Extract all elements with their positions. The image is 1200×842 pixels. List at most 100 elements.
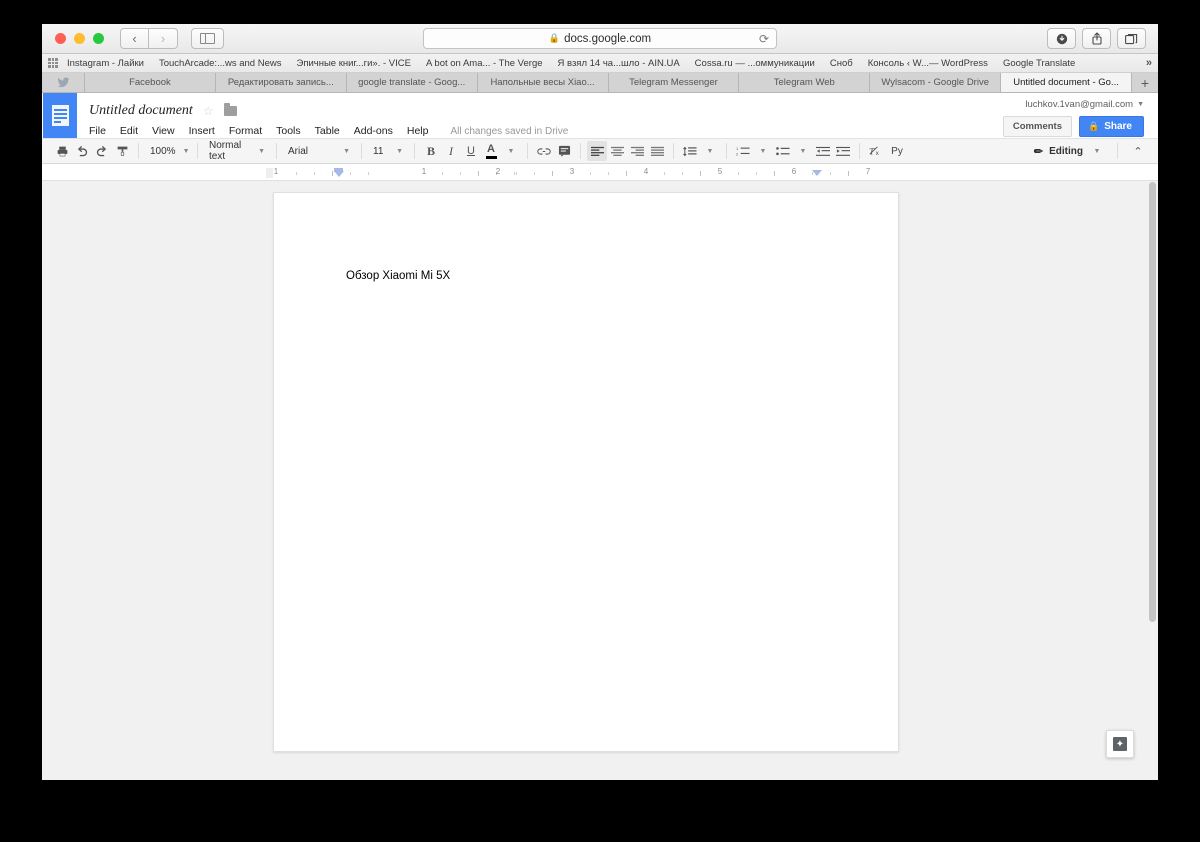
zoom-dropdown[interactable]: 100% ▼ (145, 141, 191, 161)
menu-item-edit[interactable]: Edit (120, 125, 138, 137)
bookmark-item[interactable]: Консоль ‹ W...— WordPress (868, 58, 988, 69)
bookmark-item[interactable]: Google Translate (1003, 58, 1075, 69)
bold-button[interactable]: B (421, 141, 441, 161)
clear-formatting-icon[interactable]: Tx (866, 141, 886, 161)
forward-button[interactable]: › (149, 28, 178, 49)
menu-item-insert[interactable]: Insert (189, 125, 215, 137)
menu-item-view[interactable]: View (152, 125, 175, 137)
account-menu[interactable]: luchkov.1van@gmail.com ▼ (1025, 99, 1144, 110)
bookmark-item[interactable]: Cossa.ru — ...оммуникации (695, 58, 815, 69)
share-button[interactable] (1082, 28, 1111, 49)
folder-icon[interactable] (223, 102, 237, 116)
ruler[interactable]: 1 1 2 3 4 5 6 7 (42, 164, 1158, 181)
bookmark-item[interactable]: A bot on Ama... - The Verge (426, 58, 543, 69)
ruler-number: 6 (791, 167, 797, 176)
undo-icon[interactable] (72, 141, 92, 161)
zoom-value: 100% (150, 145, 176, 157)
twitter-favicon[interactable] (42, 73, 85, 92)
browser-tab[interactable]: Редактировать запись... (215, 73, 347, 92)
bulleted-list-icon[interactable] (773, 141, 793, 161)
bulleted-list-dropdown[interactable]: ▼ (793, 141, 813, 161)
share-button[interactable]: 🔒 Share (1078, 116, 1144, 137)
tab-bar: Facebook Редактировать запись... google … (42, 73, 1158, 93)
address-bar[interactable]: 🔒 docs.google.com ⟳ (423, 28, 777, 49)
new-tab-button[interactable]: + (1132, 73, 1158, 92)
browser-tab[interactable]: google translate - Goog... (346, 73, 478, 92)
text-color-button[interactable]: A (481, 141, 501, 161)
font-size-value: 11 (373, 145, 384, 157)
tab-label: Telegram Messenger (629, 77, 718, 88)
downloads-button[interactable] (1047, 28, 1076, 49)
bookmark-item[interactable]: Я взял 14 ча...шло - AIN.UA (558, 58, 680, 69)
align-center-icon[interactable] (607, 141, 627, 161)
close-window-button[interactable] (55, 33, 66, 44)
bookmark-item[interactable]: Эпичные книг...ги». - VICE (297, 58, 411, 69)
text-color-dropdown[interactable]: ▼ (501, 141, 521, 161)
paragraph-style-value: Normal text (209, 140, 242, 162)
align-right-icon[interactable] (627, 141, 647, 161)
document-body-text[interactable]: Обзор Xiaomi Mi 5X (346, 270, 450, 282)
italic-button[interactable]: I (441, 141, 461, 161)
browser-tab-active[interactable]: Untitled document - Go... (1001, 73, 1132, 92)
menu-item-addons[interactable]: Add-ons (354, 125, 393, 137)
bookmark-item[interactable]: Instagram - Лайки (67, 58, 144, 69)
explore-button[interactable]: ✦ (1106, 730, 1134, 758)
bookmark-item[interactable]: Сноб (830, 58, 853, 69)
decrease-indent-icon[interactable] (813, 141, 833, 161)
font-family-value: Arial (288, 145, 309, 157)
align-left-icon[interactable] (587, 141, 607, 161)
browser-tab[interactable]: Напольные весы Xiao... (477, 73, 609, 92)
menu-item-file[interactable]: File (89, 125, 106, 137)
document-title[interactable]: Untitled document (89, 103, 193, 119)
left-indent-marker[interactable] (334, 171, 344, 177)
browser-tab[interactable]: Facebook (85, 73, 216, 92)
google-docs-logo-icon[interactable] (43, 93, 77, 138)
vertical-scrollbar[interactable] (1148, 182, 1157, 779)
comments-button[interactable]: Comments (1002, 116, 1072, 137)
print-icon[interactable] (52, 141, 72, 161)
align-justify-icon[interactable] (647, 141, 667, 161)
paint-format-icon[interactable] (112, 141, 132, 161)
browser-tab[interactable]: Telegram Messenger (608, 73, 740, 92)
line-spacing-dropdown[interactable]: ▼ (700, 141, 720, 161)
reload-icon[interactable]: ⟳ (759, 32, 769, 46)
safari-window: ‹ › 🔒 docs.google.com ⟳ Instagram - Лайк… (42, 24, 1158, 780)
address-bar-url: docs.google.com (564, 32, 652, 45)
python-addon-button[interactable]: Py (886, 141, 908, 161)
menu-item-format[interactable]: Format (229, 125, 262, 137)
browser-tab[interactable]: Wylsacom - Google Drive (870, 73, 1002, 92)
paragraph-style-dropdown[interactable]: Normal text ▼ (204, 140, 270, 162)
numbered-list-dropdown[interactable]: ▼ (753, 141, 773, 161)
font-family-dropdown[interactable]: Arial ▼ (283, 141, 355, 161)
bookmarks-overflow-button[interactable]: » (1140, 57, 1152, 69)
tab-overview-button[interactable] (1117, 28, 1146, 49)
increase-indent-icon[interactable] (833, 141, 853, 161)
add-comment-icon[interactable] (554, 141, 574, 161)
menu-item-help[interactable]: Help (407, 125, 429, 137)
line-spacing-icon[interactable] (680, 141, 700, 161)
maximize-window-button[interactable] (93, 33, 104, 44)
sidebar-toggle-button[interactable] (191, 28, 224, 49)
menu-item-tools[interactable]: Tools (276, 125, 301, 137)
minimize-window-button[interactable] (74, 33, 85, 44)
back-button[interactable]: ‹ (120, 28, 149, 49)
bookmark-item[interactable]: TouchArcade:...ws and News (159, 58, 282, 69)
editing-mode-button[interactable]: ✏ Editing (1034, 145, 1083, 158)
apps-grid-icon[interactable] (48, 58, 58, 68)
numbered-list-icon[interactable]: 12 (733, 141, 753, 161)
collapse-toolbar-icon[interactable]: ⌃ (1128, 141, 1148, 161)
star-icon[interactable]: ☆ (203, 104, 214, 118)
document-canvas[interactable]: Обзор Xiaomi Mi 5X ✦ (42, 181, 1158, 780)
browser-tab[interactable]: Telegram Web (739, 73, 871, 92)
scrollbar-thumb[interactable] (1149, 182, 1156, 622)
font-size-dropdown[interactable]: 11 ▼ (368, 141, 408, 161)
save-status: All changes saved in Drive (450, 125, 569, 137)
ruler-number: 4 (643, 167, 649, 176)
menu-item-table[interactable]: Table (315, 125, 340, 137)
document-page[interactable]: Обзор Xiaomi Mi 5X (273, 192, 899, 752)
redo-icon[interactable] (92, 141, 112, 161)
editing-mode-dropdown[interactable]: ▼ (1087, 141, 1107, 161)
insert-link-icon[interactable] (534, 141, 554, 161)
right-indent-marker[interactable] (812, 170, 822, 176)
underline-button[interactable]: U (461, 141, 481, 161)
